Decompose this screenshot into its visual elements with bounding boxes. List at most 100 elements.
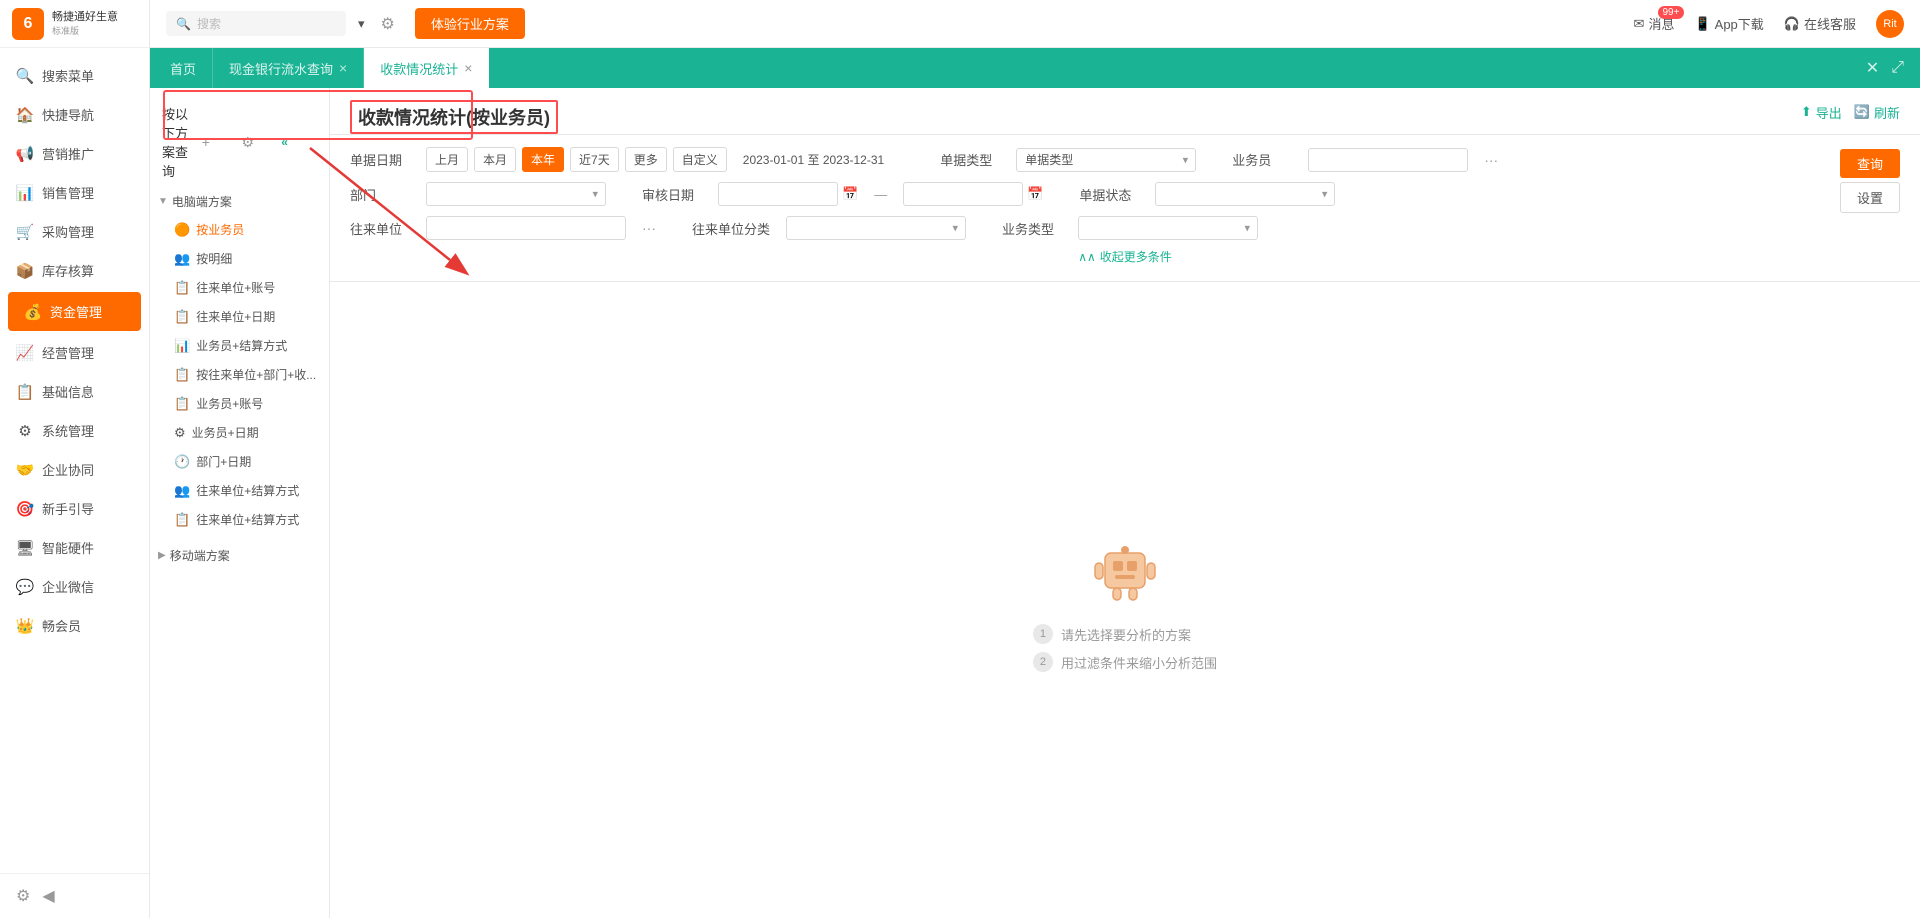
salesperson-label: 业务员 — [1232, 150, 1292, 169]
sales-icon: 📊 — [16, 184, 34, 202]
header-search[interactable]: 🔍 搜索 — [166, 11, 346, 36]
service-icon: 🎧 — [1784, 16, 1800, 32]
dept-select[interactable] — [426, 182, 606, 206]
tab-close-bank[interactable]: × — [339, 60, 347, 76]
export-icon: ⬆ — [1801, 104, 1812, 120]
sidebar-item-search[interactable]: 🔍 搜索菜单 — [0, 56, 149, 95]
review-date-from-group: 📅 — [718, 182, 858, 206]
date-btn-7days[interactable]: 近7天 — [570, 147, 619, 172]
sidebar-item-marketing[interactable]: 📢 营销推广 — [0, 134, 149, 173]
scheme-salesperson-date[interactable]: ⚙ 业务员+日期 — [150, 418, 329, 447]
scheme-settings-icon[interactable]: ⚙ — [242, 134, 278, 151]
header-dropdown[interactable]: ▾ — [358, 16, 365, 32]
calendar-icon-from[interactable]: 📅 — [842, 186, 858, 202]
operations-icon: 📈 — [16, 344, 34, 362]
sidebar-item-hardware[interactable]: 🖥 智能硬件 — [0, 528, 149, 567]
tab-bank[interactable]: 现金银行流水查询 × — [213, 48, 364, 88]
partner-category-select-wrapper — [786, 216, 966, 240]
search-placeholder: 搜索 — [197, 15, 221, 32]
partner-more-icon[interactable]: ··· — [642, 220, 656, 236]
tab-close-receipt[interactable]: × — [464, 60, 472, 76]
sidebar-item-system[interactable]: ⚙ 系统管理 — [0, 411, 149, 450]
sidebar-item-label: 企业微信 — [42, 577, 94, 596]
sidebar-item-sales[interactable]: 📊 销售管理 — [0, 173, 149, 212]
sidebar-item-basic[interactable]: 📋 基础信息 — [0, 372, 149, 411]
scheme-dept-date[interactable]: 🕐 部门+日期 — [150, 447, 329, 476]
app-download-button[interactable]: 📱 App下载 — [1694, 14, 1763, 33]
collapse-button[interactable]: ∧∧ 收起更多条件 — [1078, 248, 1172, 265]
partner-account-icon: 📋 — [174, 280, 190, 296]
business-type-select-wrapper — [1078, 216, 1258, 240]
sidebar: 6 畅捷通好生意 标准版 🔍 搜索菜单 🏠 快捷导航 📢 营销推广 📊 销售管理… — [0, 0, 150, 918]
search-icon: 🔍 — [176, 17, 191, 31]
desktop-group-label[interactable]: ▼ 电脑端方案 — [150, 188, 329, 215]
voucher-type-label: 单据类型 — [940, 150, 1000, 169]
add-scheme-icon[interactable]: + — [202, 134, 238, 150]
partner-category-select[interactable] — [786, 216, 966, 240]
partner-dept-icon: 📋 — [174, 367, 190, 383]
voucher-type-select[interactable]: 单据类型 — [1016, 148, 1196, 172]
scheme-partner-settlement1[interactable]: 👥 往来单位+结算方式 — [150, 476, 329, 505]
partner-input[interactable] — [426, 216, 626, 240]
message-button[interactable]: ✉ 消息 99+ — [1634, 14, 1675, 33]
maximize-window-button[interactable]: ⤢ — [1891, 59, 1904, 77]
date-btn-this-year[interactable]: 本年 — [522, 147, 564, 172]
app-logo: 6 畅捷通好生意 标准版 — [0, 0, 149, 48]
sidebar-item-guide[interactable]: 🎯 新手引导 — [0, 489, 149, 528]
mobile-group-label[interactable]: ▶ 移动端方案 — [150, 542, 329, 569]
header-gear-icon[interactable]: ⚙ — [381, 14, 395, 34]
scheme-partner-account[interactable]: 📋 往来单位+账号 — [150, 273, 329, 302]
business-type-select[interactable] — [1078, 216, 1258, 240]
close-window-button[interactable]: ✕ — [1866, 58, 1879, 78]
calendar-icon-to[interactable]: 📅 — [1027, 186, 1043, 202]
sidebar-item-label: 营销推广 — [42, 144, 94, 163]
sidebar-item-nav[interactable]: 🏠 快捷导航 — [0, 95, 149, 134]
tab-label: 现金银行流水查询 — [229, 59, 333, 78]
export-button[interactable]: ⬆ 导出 — [1801, 103, 1842, 122]
salesperson-input[interactable] — [1308, 148, 1468, 172]
query-button[interactable]: 查询 — [1840, 149, 1900, 178]
user-avatar[interactable]: Rit — [1876, 10, 1904, 38]
refresh-button[interactable]: 🔄 刷新 — [1854, 103, 1900, 122]
online-service-button[interactable]: 🎧 在线客服 — [1784, 14, 1856, 33]
review-date-from-input[interactable] — [718, 182, 838, 206]
sidebar-item-inventory[interactable]: 📦 库存核算 — [0, 251, 149, 290]
tab-home[interactable]: 首页 — [150, 48, 213, 88]
sidebar-item-purchase[interactable]: 🛒 采购管理 — [0, 212, 149, 251]
scheme-partner-settlement2[interactable]: 📋 往来单位+结算方式 — [150, 505, 329, 534]
voucher-status-select[interactable] — [1155, 182, 1335, 206]
scheme-by-salesperson[interactable]: 🟠 按业务员 — [150, 215, 329, 244]
settings-footer-icon[interactable]: ⚙ — [16, 886, 30, 906]
trial-button[interactable]: 体验行业方案 — [415, 8, 525, 39]
sidebar-item-member[interactable]: 👑 畅会员 — [0, 606, 149, 645]
page-header: 收款情况统计(按业务员) ⬆ 导出 🔄 刷新 — [330, 88, 1920, 135]
finance-icon: 💰 — [24, 303, 42, 321]
scheme-salesperson-account[interactable]: 📋 业务员+账号 — [150, 389, 329, 418]
scheme-partner-dept[interactable]: 📋 按往来单位+部门+收... — [150, 360, 329, 389]
scheme-partner-date[interactable]: 📋 往来单位+日期 — [150, 302, 329, 331]
sidebar-item-operations[interactable]: 📈 经营管理 — [0, 333, 149, 372]
guide-icon: 🎯 — [16, 500, 34, 518]
scheme-salesperson-settlement[interactable]: 📊 业务员+结算方式 — [150, 331, 329, 360]
collapse-panel-icon[interactable]: « — [281, 135, 317, 149]
review-date-to-group: 📅 — [903, 182, 1043, 206]
sidebar-item-finance[interactable]: 💰 资金管理 — [8, 292, 141, 331]
sidebar-item-label: 搜索菜单 — [42, 66, 94, 85]
date-btn-last-month[interactable]: 上月 — [426, 147, 468, 172]
date-btn-custom[interactable]: 自定义 — [673, 147, 727, 172]
dept-label: 部门 — [350, 185, 410, 204]
step-1-num: 1 — [1033, 624, 1053, 644]
logo-icon: 6 — [12, 8, 44, 40]
tab-receipt[interactable]: 收款情况统计 × — [364, 48, 489, 88]
review-date-to-input[interactable] — [903, 182, 1023, 206]
collapse-sidebar-icon[interactable]: ◀ — [42, 886, 54, 906]
date-btn-this-month[interactable]: 本月 — [474, 147, 516, 172]
salesperson-more-icon[interactable]: ··· — [1484, 152, 1498, 168]
scheme-label: 业务员+日期 — [192, 424, 259, 441]
scheme-by-detail[interactable]: 👥 按明细 — [150, 244, 329, 273]
date-btn-more[interactable]: 更多 — [625, 147, 667, 172]
filter-settings-button[interactable]: 设置 — [1840, 182, 1900, 213]
collapse-label: 收起更多条件 — [1100, 248, 1172, 265]
sidebar-item-enterprise[interactable]: 🤝 企业协同 — [0, 450, 149, 489]
sidebar-item-wechat[interactable]: 💬 企业微信 — [0, 567, 149, 606]
